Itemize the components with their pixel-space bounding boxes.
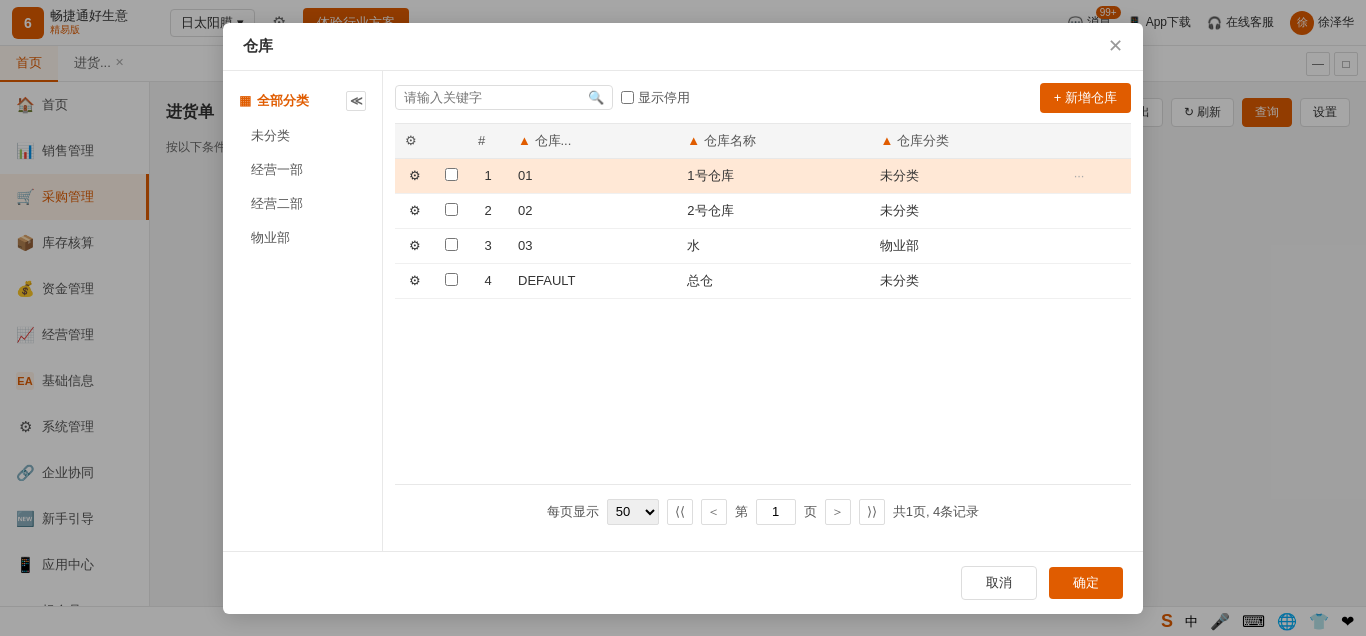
row-num-2: 2 xyxy=(468,193,508,228)
dialog-header: 仓库 ✕ xyxy=(223,23,1143,71)
sort-icon-id: ▲ xyxy=(518,133,531,148)
search-input-wrap: 🔍 xyxy=(395,85,613,110)
sort-icon-name: ▲ xyxy=(687,133,700,148)
cat-item-ops1[interactable]: 经营一部 xyxy=(223,153,382,187)
pagination: 每页显示 50 10 20 100 ⟨⟨ ＜ 第 页 ＞ ⟩⟩ 共1页, 4条记… xyxy=(395,484,1131,539)
row-settings-2[interactable]: ⚙ xyxy=(395,193,435,228)
dialog-title: 仓库 xyxy=(243,37,273,56)
dialog-overlay: 仓库 ✕ ▦ 全部分类 ≪ 未分类 经营一部 xyxy=(0,0,1366,636)
cancel-button[interactable]: 取消 xyxy=(961,566,1037,600)
row-id-3: 03 xyxy=(508,228,677,263)
col-actions xyxy=(1064,123,1131,158)
row-id-2: 02 xyxy=(508,193,677,228)
show-disabled-checkbox[interactable] xyxy=(621,91,634,104)
cat-item-unclassified[interactable]: 未分类 xyxy=(223,119,382,153)
dialog-close-button[interactable]: ✕ xyxy=(1108,35,1123,57)
table-header-row: ⚙ # ▲ 仓库... ▲ 仓库名称 xyxy=(395,123,1131,158)
row-more-3[interactable] xyxy=(1064,228,1131,263)
page-prev-btn[interactable]: ＜ xyxy=(701,499,727,525)
col-category[interactable]: ▲ 仓库分类 xyxy=(870,123,1063,158)
table-toolbar: 🔍 显示停用 + 新增仓库 xyxy=(395,83,1131,113)
row-settings-3[interactable]: ⚙ xyxy=(395,228,435,263)
table-panel: 🔍 显示停用 + 新增仓库 ⚙ # xyxy=(383,71,1143,551)
col-name[interactable]: ▲ 仓库名称 xyxy=(677,123,870,158)
row-id-4: DEFAULT xyxy=(508,263,677,298)
row-settings-1[interactable]: ⚙ xyxy=(395,158,435,193)
all-category-header[interactable]: ▦ 全部分类 ≪ xyxy=(223,83,382,119)
row-name-3: 水 xyxy=(677,228,870,263)
table-row[interactable]: ⚙ 1 01 1号仓库 未分类 ··· xyxy=(395,158,1131,193)
page-next-btn[interactable]: ＞ xyxy=(825,499,851,525)
page-input[interactable] xyxy=(756,499,796,525)
dialog-body: ▦ 全部分类 ≪ 未分类 经营一部 经营二部 物业部 xyxy=(223,71,1143,551)
col-id[interactable]: ▲ 仓库... xyxy=(508,123,677,158)
row-num-4: 4 xyxy=(468,263,508,298)
warehouse-table: ⚙ # ▲ 仓库... ▲ 仓库名称 xyxy=(395,123,1131,299)
row-check-2[interactable] xyxy=(435,193,468,228)
warehouse-dialog: 仓库 ✕ ▦ 全部分类 ≪ 未分类 经营一部 xyxy=(223,23,1143,614)
search-icon[interactable]: 🔍 xyxy=(588,90,604,105)
row-settings-4[interactable]: ⚙ xyxy=(395,263,435,298)
col-num: # xyxy=(468,123,508,158)
row-name-1: 1号仓库 xyxy=(677,158,870,193)
row-more-2[interactable] xyxy=(1064,193,1131,228)
table-row[interactable]: ⚙ 2 02 2号仓库 未分类 xyxy=(395,193,1131,228)
row-check-3[interactable] xyxy=(435,228,468,263)
cat-item-ops2[interactable]: 经营二部 xyxy=(223,187,382,221)
row-cat-2: 未分类 xyxy=(870,193,1063,228)
row-check-1[interactable] xyxy=(435,158,468,193)
row-num-1: 1 xyxy=(468,158,508,193)
grid-icon: ▦ xyxy=(239,93,251,108)
table-row[interactable]: ⚙ 3 03 水 物业部 xyxy=(395,228,1131,263)
show-disabled-checkbox-label[interactable]: 显示停用 xyxy=(621,89,690,107)
dialog-footer: 取消 确定 xyxy=(223,551,1143,614)
row-cat-1: 未分类 xyxy=(870,158,1063,193)
new-warehouse-button[interactable]: + 新增仓库 xyxy=(1040,83,1131,113)
col-settings: ⚙ xyxy=(395,123,435,158)
category-panel: ▦ 全部分类 ≪ 未分类 经营一部 经营二部 物业部 xyxy=(223,71,383,551)
row-name-4: 总仓 xyxy=(677,263,870,298)
row-check-4[interactable] xyxy=(435,263,468,298)
sort-icon-cat: ▲ xyxy=(880,133,893,148)
col-checkbox xyxy=(435,123,468,158)
row-cat-4: 未分类 xyxy=(870,263,1063,298)
row-cat-3: 物业部 xyxy=(870,228,1063,263)
row-more-4[interactable] xyxy=(1064,263,1131,298)
collapse-panel-btn[interactable]: ≪ xyxy=(346,91,366,111)
page-first-btn[interactable]: ⟨⟨ xyxy=(667,499,693,525)
search-input[interactable] xyxy=(404,90,584,105)
table-row[interactable]: ⚙ 4 DEFAULT 总仓 未分类 xyxy=(395,263,1131,298)
row-more-1[interactable]: ··· xyxy=(1064,158,1131,193)
row-name-2: 2号仓库 xyxy=(677,193,870,228)
page-last-btn[interactable]: ⟩⟩ xyxy=(859,499,885,525)
cat-item-property[interactable]: 物业部 xyxy=(223,221,382,255)
row-id-1: 01 xyxy=(508,158,677,193)
confirm-button[interactable]: 确定 xyxy=(1049,567,1123,599)
row-num-3: 3 xyxy=(468,228,508,263)
per-page-select[interactable]: 50 10 20 100 xyxy=(607,499,659,525)
